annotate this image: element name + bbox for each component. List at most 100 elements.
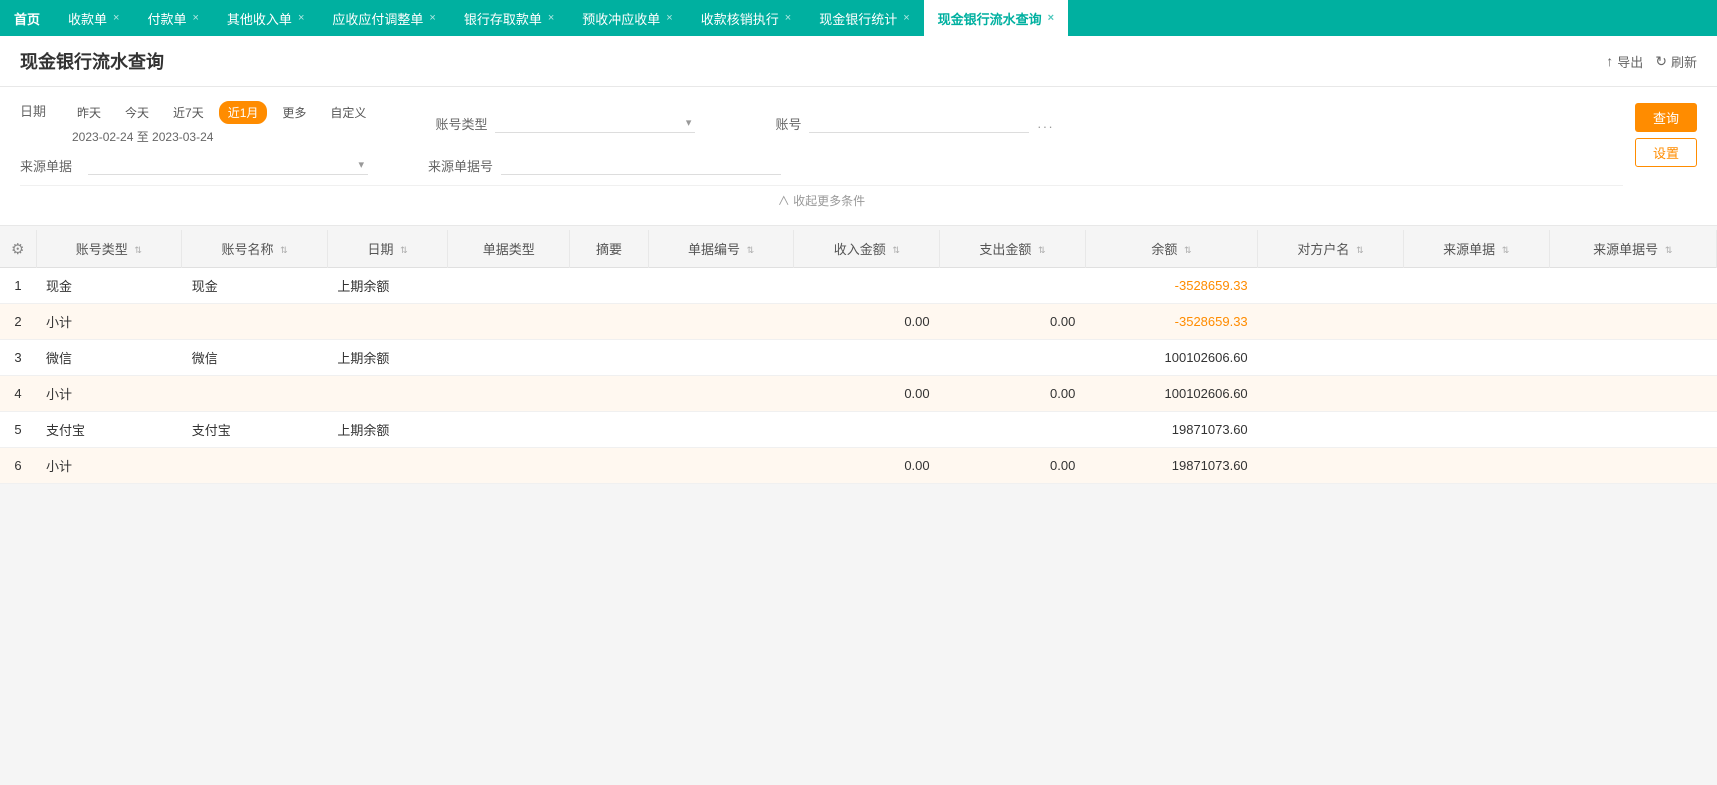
cell-account-name [182,448,328,484]
refresh-button[interactable]: ↻ 刷新 [1655,52,1697,71]
date-filter-group: 日期 昨天 今天 近7天 近1月 更多 自定义 2023-02-24 至 202… [20,101,375,145]
cell-account-name: 微信 [182,340,328,376]
close-cash-flow-icon[interactable]: × [1048,12,1054,24]
date-btn-custom[interactable]: 自定义 [321,101,375,124]
close-prepayment-icon[interactable]: × [666,12,672,24]
cell-expense [940,340,1086,376]
table-row[interactable]: 5 支付宝 支付宝 上期余额 19871073.60 [0,412,1717,448]
query-button[interactable]: 查询 [1635,103,1697,132]
cell-source-doc [1403,304,1549,340]
account-type-group: 账号类型 ▾ [435,113,695,133]
source-doc-no-input[interactable] [501,155,781,175]
col-balance: 余额 ⇅ [1085,230,1257,268]
source-doc-no-label: 来源单据号 [428,156,493,175]
collapse-bar[interactable]: ∧ 收起更多条件 [20,185,1623,215]
header-row: ⚙ 账号类型 ⇅ 账号名称 ⇅ 日期 ⇅ 单据类型 摘要 [0,230,1717,268]
source-doc-group: 来源单据 ▾ [20,155,368,175]
nav-tab-cash-flow-label: 现金银行流水查询 [938,9,1042,28]
date-btn-1month[interactable]: 近1月 [219,101,268,124]
col-income: 收入金额 ⇅ [794,230,940,268]
cell-source-doc-no [1549,340,1716,376]
cell-source-doc-no [1549,268,1716,304]
sort-balance-icon[interactable]: ⇅ [1184,246,1192,255]
account-group: 账号 ... [775,113,1054,133]
table-container: ⚙ 账号类型 ⇅ 账号名称 ⇅ 日期 ⇅ 单据类型 摘要 [0,230,1717,484]
cell-account-type: 现金 [36,268,182,304]
table-row[interactable]: 2 小计 0.00 0.00 -3528659.33 [0,304,1717,340]
sort-account-type-icon[interactable]: ⇅ [134,246,142,255]
sort-doc-no-icon[interactable]: ⇅ [747,246,755,255]
account-type-select[interactable] [495,113,695,132]
nav-tab-cash-stat[interactable]: 现金银行统计 × [805,0,923,36]
cell-doc-type [448,340,570,376]
cell-income: 0.00 [794,448,940,484]
cell-balance: 100102606.60 [1085,340,1257,376]
close-collection-icon[interactable]: × [785,12,791,24]
col-gear: ⚙ [0,230,36,268]
source-doc-select[interactable] [88,155,368,174]
cell-income: 0.00 [794,376,940,412]
close-payment-icon[interactable]: × [192,12,198,24]
table-row[interactable]: 6 小计 0.00 0.00 19871073.60 [0,448,1717,484]
cell-counterparty [1258,268,1404,304]
nav-tab-receivable[interactable]: 应收应付调整单 × [318,0,449,36]
more-dots[interactable]: ... [1037,116,1054,131]
close-receipt-icon[interactable]: × [113,12,119,24]
cell-source-doc [1403,268,1549,304]
nav-tab-receipt[interactable]: 收款单 × [54,0,133,36]
date-options-block: 昨天 今天 近7天 近1月 更多 自定义 2023-02-24 至 2023-0… [68,101,375,145]
cell-source-doc-no [1549,448,1716,484]
sort-source-doc-no-icon[interactable]: ⇅ [1665,246,1673,255]
header-actions: ↑ 导出 ↻ 刷新 [1606,52,1697,71]
close-other-income-icon[interactable]: × [298,12,304,24]
nav-tab-home[interactable]: 首页 [0,0,54,36]
close-receivable-icon[interactable]: × [429,12,435,24]
sort-account-name-icon[interactable]: ⇅ [280,246,288,255]
sort-income-icon[interactable]: ⇅ [892,246,900,255]
cell-doc-no [648,376,794,412]
table-header: ⚙ 账号类型 ⇅ 账号名称 ⇅ 日期 ⇅ 单据类型 摘要 [0,230,1717,268]
nav-tab-collection-label: 收款核销执行 [701,9,779,28]
account-input[interactable] [809,113,1029,133]
cell-date: 上期余额 [327,268,447,304]
cell-expense: 0.00 [940,304,1086,340]
filter-area: 日期 昨天 今天 近7天 近1月 更多 自定义 2023-02-24 至 202… [0,87,1717,226]
cell-source-doc-no [1549,304,1716,340]
close-cash-stat-icon[interactable]: × [903,12,909,24]
close-bank-deposit-icon[interactable]: × [548,12,554,24]
cell-balance: -3528659.33 [1085,304,1257,340]
table-row[interactable]: 1 现金 现金 上期余额 -3528659.33 [0,268,1717,304]
cell-summary [570,340,649,376]
table-row[interactable]: 3 微信 微信 上期余额 100102606.60 [0,340,1717,376]
sort-expense-icon[interactable]: ⇅ [1038,246,1046,255]
cell-doc-type [448,304,570,340]
sort-counterparty-icon[interactable]: ⇅ [1356,246,1364,255]
setting-button[interactable]: 设置 [1635,138,1697,167]
settings-gear-icon[interactable]: ⚙ [11,241,24,258]
nav-tab-other-income[interactable]: 其他收入单 × [213,0,318,36]
date-label: 日期 [20,101,60,120]
sort-date-icon[interactable]: ⇅ [400,246,408,255]
date-btn-yesterday[interactable]: 昨天 [68,101,110,124]
cell-account-name [182,376,328,412]
nav-tab-bank-deposit[interactable]: 银行存取款单 × [450,0,568,36]
sort-source-doc-icon[interactable]: ⇅ [1502,246,1510,255]
col-summary: 摘要 [570,230,649,268]
nav-tab-payment[interactable]: 付款单 × [133,0,212,36]
nav-tab-payment-label: 付款单 [147,9,186,28]
date-btn-more[interactable]: 更多 [273,101,315,124]
filter-row-2: 来源单据 ▾ 来源单据号 [20,155,1623,175]
table-row[interactable]: 4 小计 0.00 0.00 100102606.60 [0,376,1717,412]
date-btn-today[interactable]: 今天 [116,101,158,124]
nav-tab-home-label: 首页 [14,9,40,28]
cell-balance: 100102606.60 [1085,376,1257,412]
date-btn-7days[interactable]: 近7天 [164,101,213,124]
nav-tab-cash-flow[interactable]: 现金银行流水查询 × [924,0,1068,36]
cell-doc-no [648,304,794,340]
cell-counterparty [1258,448,1404,484]
export-button[interactable]: ↑ 导出 [1606,52,1643,71]
nav-tab-receipt-label: 收款单 [68,9,107,28]
nav-tab-prepayment[interactable]: 预收冲应收单 × [568,0,686,36]
nav-tab-collection[interactable]: 收款核销执行 × [687,0,805,36]
cell-source-doc [1403,412,1549,448]
